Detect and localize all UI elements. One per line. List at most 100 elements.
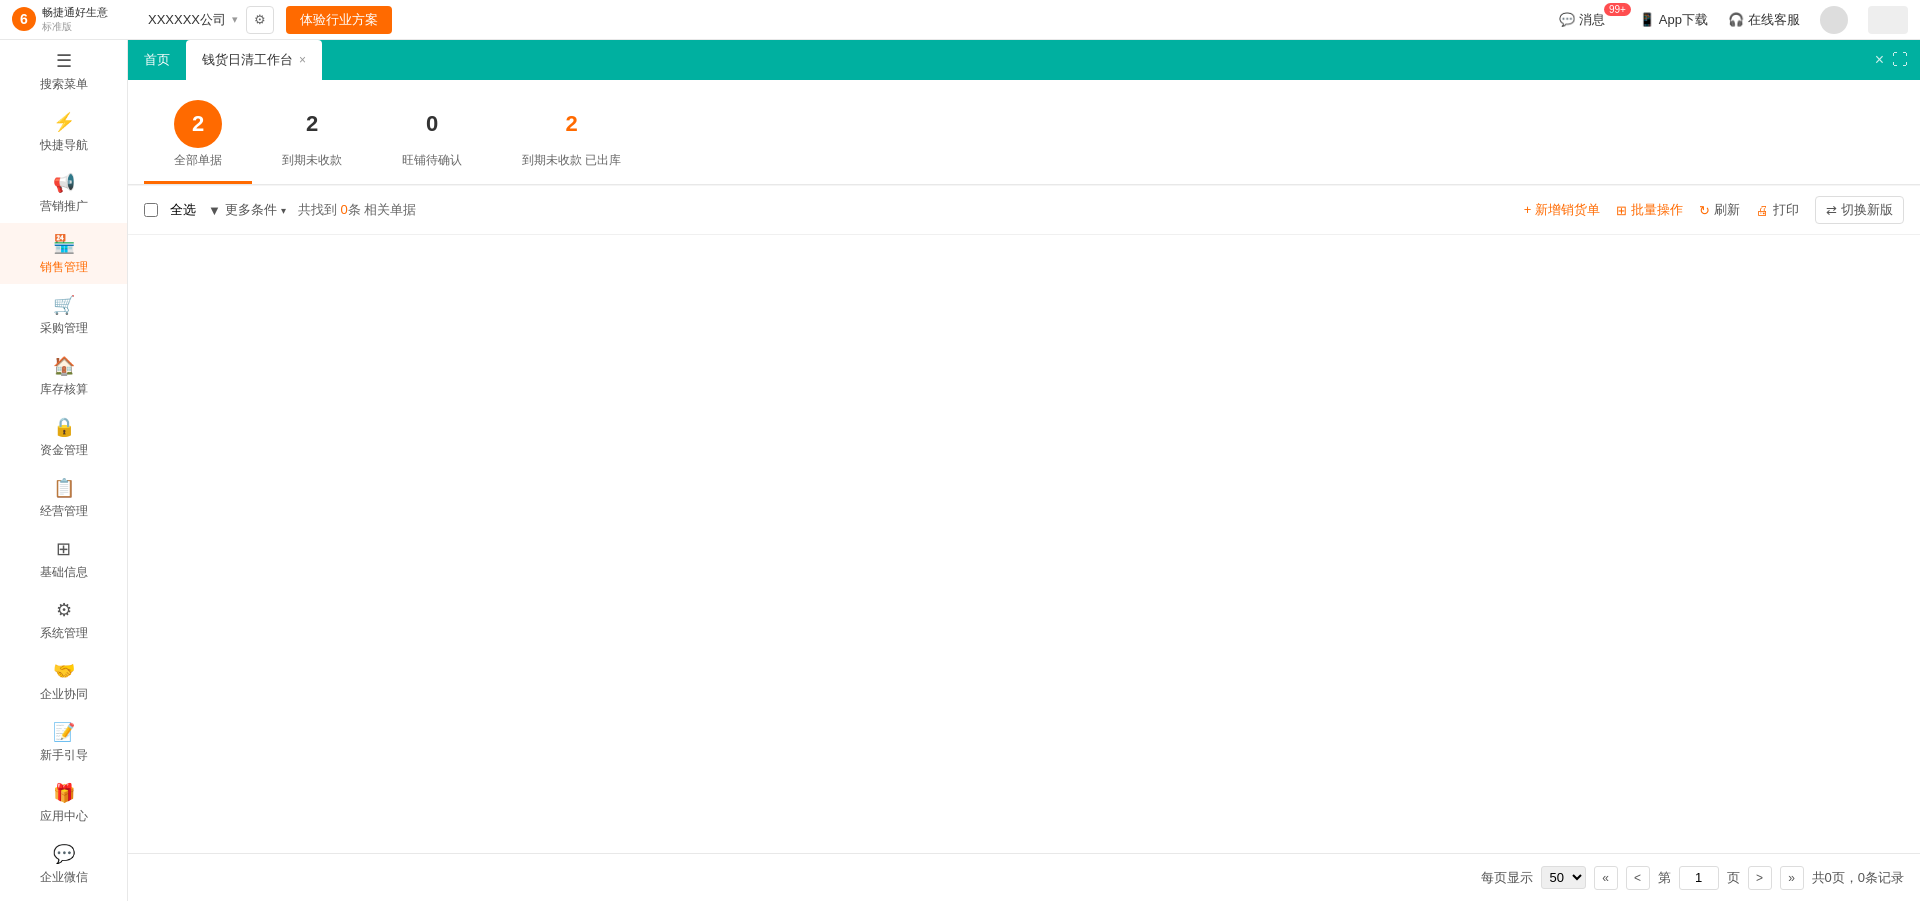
sidebar-item-search-menu[interactable]: ☰ 搜索菜单 xyxy=(0,40,127,101)
stat-overdue-number-wrapper: 2 xyxy=(288,100,336,148)
tab-bar-actions: × ⛶ xyxy=(1875,51,1920,69)
stat-tab-all[interactable]: 2 全部单据 xyxy=(144,92,252,184)
logo-icon: 6 xyxy=(12,7,36,31)
sidebar-item-app-center[interactable]: 🎁 应用中心 xyxy=(0,772,127,833)
stat-overdue-shipped-label: 到期未收款 已出库 xyxy=(522,152,621,169)
headset-icon: 🎧 xyxy=(1728,12,1744,27)
stat-all-number-wrapper: 2 xyxy=(174,100,222,148)
tab-active[interactable]: 钱货日清工作台 × xyxy=(186,40,322,80)
batch-icon: ⊞ xyxy=(1616,203,1627,218)
tab-maximize-icon[interactable]: ⛶ xyxy=(1892,51,1908,69)
toolbar: 全选 ▼ 更多条件 ▾ 共找到 0条 相关单据 + 新增销货单 ⊞ 批量操作 xyxy=(128,186,1920,235)
chevron-down-icon: ▾ xyxy=(281,205,286,216)
sidebar-item-quick-nav[interactable]: ⚡ 快捷导航 xyxy=(0,101,127,162)
select-all-label: 全选 xyxy=(170,201,196,219)
sidebar-item-vip[interactable]: V 畅会员 xyxy=(0,894,127,901)
stat-pending-number-wrapper: 0 xyxy=(408,100,456,148)
toolbar-right: + 新增销货单 ⊞ 批量操作 ↻ 刷新 🖨 打印 ⇄ xyxy=(1524,196,1904,224)
logo-text-block: 畅捷通好生意 标准版 xyxy=(42,5,108,33)
stat-all-number: 2 xyxy=(192,111,204,137)
service-button[interactable]: 🎧 在线客服 xyxy=(1728,11,1800,29)
first-page-button[interactable]: « xyxy=(1594,866,1618,890)
search-menu-icon: ☰ xyxy=(53,50,75,72)
sidebar-item-purchase[interactable]: 🛒 采购管理 xyxy=(0,284,127,345)
switch-version-button[interactable]: ⇄ 切换新版 xyxy=(1815,196,1904,224)
found-count-text: 共找到 0条 相关单据 xyxy=(298,201,416,219)
page-input[interactable] xyxy=(1679,866,1719,890)
message-badge: 99+ xyxy=(1604,3,1631,16)
sidebar-item-marketing[interactable]: 📢 营销推广 xyxy=(0,162,127,223)
sidebar-item-guide[interactable]: 📝 新手引导 xyxy=(0,711,127,772)
stat-pending-number: 0 xyxy=(426,111,438,137)
sidebar-label-system: 系统管理 xyxy=(40,625,88,642)
sales-icon: 🏪 xyxy=(53,233,75,255)
pagination: 每页显示 50 « < 第 页 > » 共0页，0条记录 xyxy=(128,853,1920,901)
sidebar-label-basic: 基础信息 xyxy=(40,564,88,581)
sidebar-label-enterprise: 企业协同 xyxy=(40,686,88,703)
company-selector[interactable]: XXXXXX公司 ▾ xyxy=(148,11,238,29)
chevron-down-icon: ▾ xyxy=(232,13,238,26)
sidebar-label-quick-nav: 快捷导航 xyxy=(40,137,88,154)
sidebar-item-system[interactable]: ⚙ 系统管理 xyxy=(0,589,127,650)
print-label: 打印 xyxy=(1773,201,1799,219)
app-center-icon: 🎁 xyxy=(53,782,75,804)
message-button[interactable]: 💬 消息 99+ xyxy=(1559,11,1619,29)
per-page-select[interactable]: 50 xyxy=(1541,866,1586,889)
new-order-button[interactable]: + 新增销货单 xyxy=(1524,201,1600,219)
next-page-button[interactable]: > xyxy=(1748,866,1772,890)
tab-bar: 首页 钱货日清工作台 × × ⛶ xyxy=(128,40,1920,80)
page-label: 第 xyxy=(1658,869,1671,887)
batch-operation-button[interactable]: ⊞ 批量操作 xyxy=(1616,201,1683,219)
sidebar-label-marketing: 营销推广 xyxy=(40,198,88,215)
refresh-button[interactable]: ↻ 刷新 xyxy=(1699,201,1740,219)
stat-overdue-number: 2 xyxy=(306,111,318,137)
switch-label: 切换新版 xyxy=(1841,201,1893,219)
sidebar-item-capital[interactable]: 🔒 资金管理 xyxy=(0,406,127,467)
refresh-label: 刷新 xyxy=(1714,201,1740,219)
stat-tab-overdue[interactable]: 2 到期未收款 xyxy=(252,92,372,184)
batch-label: 批量操作 xyxy=(1631,201,1683,219)
sidebar-label-search-menu: 搜索菜单 xyxy=(40,76,88,93)
sidebar-label-purchase: 采购管理 xyxy=(40,320,88,337)
avatar[interactable] xyxy=(1820,6,1848,34)
page-content: 2 全部单据 2 到期未收款 0 旺铺待确认 xyxy=(128,80,1920,901)
stat-tab-pending[interactable]: 0 旺铺待确认 xyxy=(372,92,492,184)
stats-tabs: 2 全部单据 2 到期未收款 0 旺铺待确认 xyxy=(128,80,1920,185)
service-label: 在线客服 xyxy=(1748,11,1800,29)
tab-minimize-icon[interactable]: × xyxy=(1875,51,1884,69)
prev-page-button[interactable]: < xyxy=(1626,866,1650,890)
user-name[interactable] xyxy=(1868,6,1908,34)
sidebar-label-wechat: 企业微信 xyxy=(40,869,88,886)
tab-close-icon[interactable]: × xyxy=(299,53,306,67)
sidebar-item-operation[interactable]: 📋 经营管理 xyxy=(0,467,127,528)
experience-button[interactable]: 体验行业方案 xyxy=(286,6,392,34)
home-tab-label: 首页 xyxy=(144,51,170,69)
stat-all-label: 全部单据 xyxy=(174,152,222,169)
sidebar-item-wechat[interactable]: 💬 企业微信 xyxy=(0,833,127,894)
sidebar-label-capital: 资金管理 xyxy=(40,442,88,459)
operation-icon: 📋 xyxy=(53,477,75,499)
refresh-icon: ↻ xyxy=(1699,203,1710,218)
print-button[interactable]: 🖨 打印 xyxy=(1756,201,1799,219)
switch-icon: ⇄ xyxy=(1826,203,1837,218)
inventory-icon: 🏠 xyxy=(53,355,75,377)
sidebar-item-sales[interactable]: 🏪 销售管理 xyxy=(0,223,127,284)
filter-icon: ▼ xyxy=(208,203,221,218)
settings-button[interactable]: ⚙ xyxy=(246,6,274,34)
tab-home[interactable]: 首页 xyxy=(128,40,186,80)
marketing-icon: 📢 xyxy=(53,172,75,194)
active-tab-label: 钱货日清工作台 xyxy=(202,51,293,69)
top-header: 6 畅捷通好生意 标准版 XXXXXX公司 ▾ ⚙ 体验行业方案 💬 消息 99… xyxy=(0,0,1920,40)
last-page-button[interactable]: » xyxy=(1780,866,1804,890)
message-label: 消息 xyxy=(1579,11,1605,29)
sidebar: ☰ 搜索菜单 ⚡ 快捷导航 📢 营销推广 🏪 销售管理 🛒 采购管理 🏠 库存核… xyxy=(0,40,128,901)
app-download-button[interactable]: 📱 App下载 xyxy=(1639,11,1708,29)
sidebar-item-enterprise[interactable]: 🤝 企业协同 xyxy=(0,650,127,711)
more-filter-button[interactable]: ▼ 更多条件 ▾ xyxy=(208,201,286,219)
sidebar-item-basic[interactable]: ⊞ 基础信息 xyxy=(0,528,127,589)
sidebar-item-inventory[interactable]: 🏠 库存核算 xyxy=(0,345,127,406)
select-all-checkbox[interactable] xyxy=(144,203,158,217)
stat-tab-overdue-shipped[interactable]: 2 到期未收款 已出库 xyxy=(492,92,651,184)
total-count-label: 共0页，0条记录 xyxy=(1812,869,1904,887)
gear-icon: ⚙ xyxy=(254,12,266,27)
